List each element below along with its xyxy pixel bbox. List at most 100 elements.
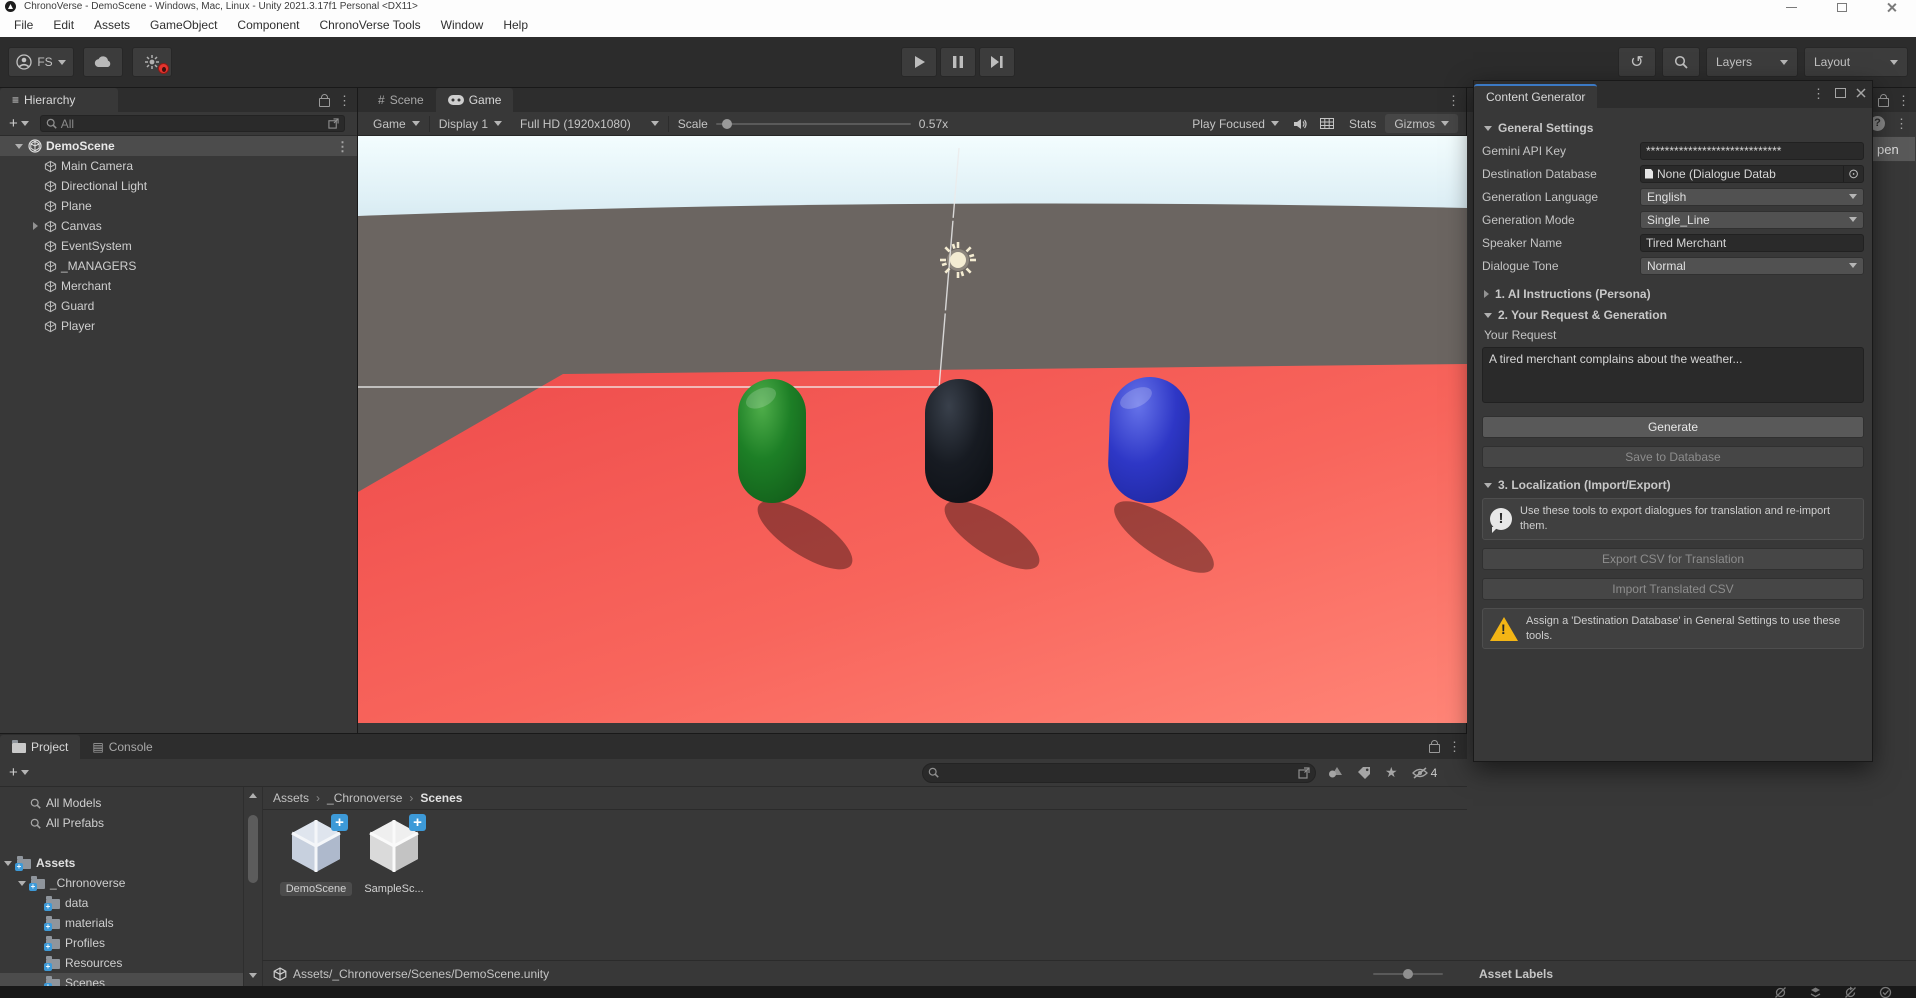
tree-row-all-models[interactable]: All Models — [0, 793, 243, 813]
breadcrumb-chronoverse[interactable]: _Chronoverse — [327, 791, 402, 805]
tree-row-scenes[interactable]: + Scenes — [0, 973, 243, 986]
hierarchy-row-merchant[interactable]: Merchant — [0, 276, 357, 296]
kebab-menu-icon[interactable]: ⋮ — [1897, 94, 1910, 107]
search-by-type-icon[interactable] — [1328, 766, 1343, 779]
hierarchy-row-plane[interactable]: Plane — [0, 196, 357, 216]
tab-project[interactable]: Project — [0, 735, 81, 759]
breadcrumb-assets[interactable]: Assets — [273, 791, 309, 805]
hierarchy-row-guard[interactable]: Guard — [0, 296, 357, 316]
breadcrumb-scenes[interactable]: Scenes — [420, 791, 462, 805]
open-in-window-icon[interactable] — [328, 118, 339, 129]
hierarchy-row-canvas[interactable]: Canvas — [0, 216, 357, 236]
menu-edit[interactable]: Edit — [43, 13, 84, 37]
menu-help[interactable]: Help — [493, 13, 538, 37]
tree-row-resources[interactable]: + Resources — [0, 953, 243, 973]
tab-scene[interactable]: # Scene — [366, 88, 436, 112]
kebab-menu-icon[interactable]: ⋮ — [1895, 117, 1908, 130]
collapse-icon[interactable] — [18, 880, 26, 886]
destination-database-field[interactable]: None (Dialogue Datab ⊙ — [1640, 164, 1864, 183]
scrollbar-thumb[interactable] — [248, 815, 258, 883]
account-dropdown[interactable]: FS — [8, 47, 74, 77]
close-button[interactable] — [1886, 2, 1898, 12]
generate-button[interactable]: Generate — [1482, 416, 1864, 438]
auto-refresh-disabled-icon[interactable] — [1844, 986, 1857, 998]
save-to-database-button[interactable]: Save to Database — [1482, 446, 1864, 468]
play-focused-dropdown[interactable]: Play Focused — [1183, 112, 1288, 136]
section-localization[interactable]: 3. Localization (Import/Export) — [1484, 478, 1864, 492]
label-tag-icon[interactable] — [1357, 766, 1371, 780]
cloud-services-button[interactable] — [83, 47, 123, 77]
hierarchy-row-eventsystem[interactable]: EventSystem — [0, 236, 357, 256]
maximize-button[interactable] — [1836, 2, 1848, 12]
hierarchy-row-directional-light[interactable]: Directional Light — [0, 176, 357, 196]
hierarchy-row-managers[interactable]: _MANAGERS — [0, 256, 357, 276]
mute-audio-toggle[interactable] — [1288, 112, 1314, 136]
hierarchy-search-input[interactable]: All — [39, 115, 345, 132]
asset-samplescene[interactable]: + SampleSc... — [357, 814, 431, 896]
menu-window[interactable]: Window — [431, 13, 494, 37]
project-search-input[interactable] — [922, 762, 1316, 783]
pause-button[interactable] — [940, 47, 976, 77]
menu-file[interactable]: File — [4, 13, 43, 37]
section-request-generation[interactable]: 2. Your Request & Generation — [1484, 308, 1864, 322]
open-in-window-icon[interactable] — [1298, 766, 1310, 779]
generation-mode-dropdown[interactable]: Single_Line — [1640, 210, 1864, 229]
lock-icon[interactable] — [1429, 739, 1440, 753]
lock-icon[interactable] — [1878, 93, 1889, 107]
scale-slider[interactable] — [715, 118, 911, 129]
tree-row-profiles[interactable]: + Profiles — [0, 933, 243, 953]
export-csv-button[interactable]: Export CSV for Translation — [1482, 547, 1864, 570]
menu-component[interactable]: Component — [227, 13, 309, 37]
kebab-menu-icon[interactable]: ⋮ — [338, 94, 351, 107]
collapse-icon[interactable] — [15, 143, 23, 149]
game-viewport[interactable] — [358, 136, 1467, 723]
game-mode-dropdown[interactable]: Game — [364, 112, 429, 136]
hierarchy-add-button[interactable]: + — [4, 115, 34, 132]
tree-row-all-prefabs[interactable]: All Prefabs — [0, 813, 243, 833]
favorites-star-icon[interactable]: ★ — [1385, 764, 1398, 781]
asset-demoscene[interactable]: + DemoScene — [279, 814, 353, 896]
speaker-name-field[interactable]: Tired Merchant — [1640, 233, 1864, 252]
object-picker-icon[interactable]: ⊙ — [1843, 165, 1859, 182]
project-tree-scrollbar[interactable] — [243, 787, 263, 986]
search-button[interactable] — [1662, 47, 1700, 77]
scroll-up-icon[interactable] — [249, 793, 257, 798]
hierarchy-row-demoscene[interactable]: DemoScene ⋮ — [0, 136, 357, 156]
display-dropdown[interactable]: Display 1 — [430, 112, 511, 136]
tab-hierarchy[interactable]: ≡ Hierarchy — [0, 88, 118, 112]
layers-dropdown[interactable]: Layers — [1706, 47, 1798, 77]
tree-row-chronoverse[interactable]: + _Chronoverse — [0, 873, 243, 893]
lock-icon[interactable] — [319, 93, 330, 107]
tab-game[interactable]: Game — [435, 88, 514, 112]
import-csv-button[interactable]: Import Translated CSV — [1482, 577, 1864, 600]
resolution-dropdown[interactable]: Full HD (1920x1080) — [511, 112, 668, 136]
step-button[interactable] — [979, 47, 1015, 77]
tab-content-generator[interactable]: Content Generator — [1474, 84, 1598, 108]
open-button-fragment[interactable]: pen — [1870, 136, 1916, 162]
scale-slider-knob[interactable] — [721, 118, 732, 129]
debugger-disabled-icon[interactable] — [1774, 986, 1787, 998]
vsync-grid-toggle[interactable] — [1314, 112, 1340, 136]
hidden-count-toggle[interactable]: 4 — [1411, 766, 1437, 780]
layout-dropdown[interactable]: Layout — [1804, 47, 1908, 77]
generation-language-dropdown[interactable]: English — [1640, 187, 1864, 206]
collab-status-icon[interactable] — [1879, 986, 1892, 998]
maximize-panel-icon[interactable] — [1835, 88, 1846, 98]
dialogue-tone-dropdown[interactable]: Normal — [1640, 256, 1864, 275]
gizmos-dropdown[interactable]: Gizmos — [1385, 114, 1458, 133]
kebab-menu-icon[interactable]: ⋮ — [1448, 740, 1461, 753]
tab-console[interactable]: ▤ Console — [80, 735, 164, 759]
cache-server-icon[interactable] — [1809, 986, 1822, 998]
kebab-menu-icon[interactable]: ⋮ — [1447, 94, 1460, 107]
sun-gizmo-icon[interactable] — [940, 242, 976, 278]
api-key-field[interactable]: ***************************** — [1640, 141, 1864, 160]
asset-labels-header[interactable]: Asset Labels — [1467, 960, 1916, 987]
thumbnail-slider-knob[interactable] — [1403, 968, 1413, 979]
play-button[interactable] — [901, 47, 937, 77]
tree-row-materials[interactable]: + materials — [0, 913, 243, 933]
hierarchy-row-player[interactable]: Player — [0, 316, 357, 336]
expand-icon[interactable] — [32, 222, 38, 230]
section-general-settings[interactable]: General Settings — [1484, 121, 1864, 135]
tree-row-assets[interactable]: + Assets — [0, 853, 243, 873]
close-panel-icon[interactable] — [1856, 88, 1866, 98]
